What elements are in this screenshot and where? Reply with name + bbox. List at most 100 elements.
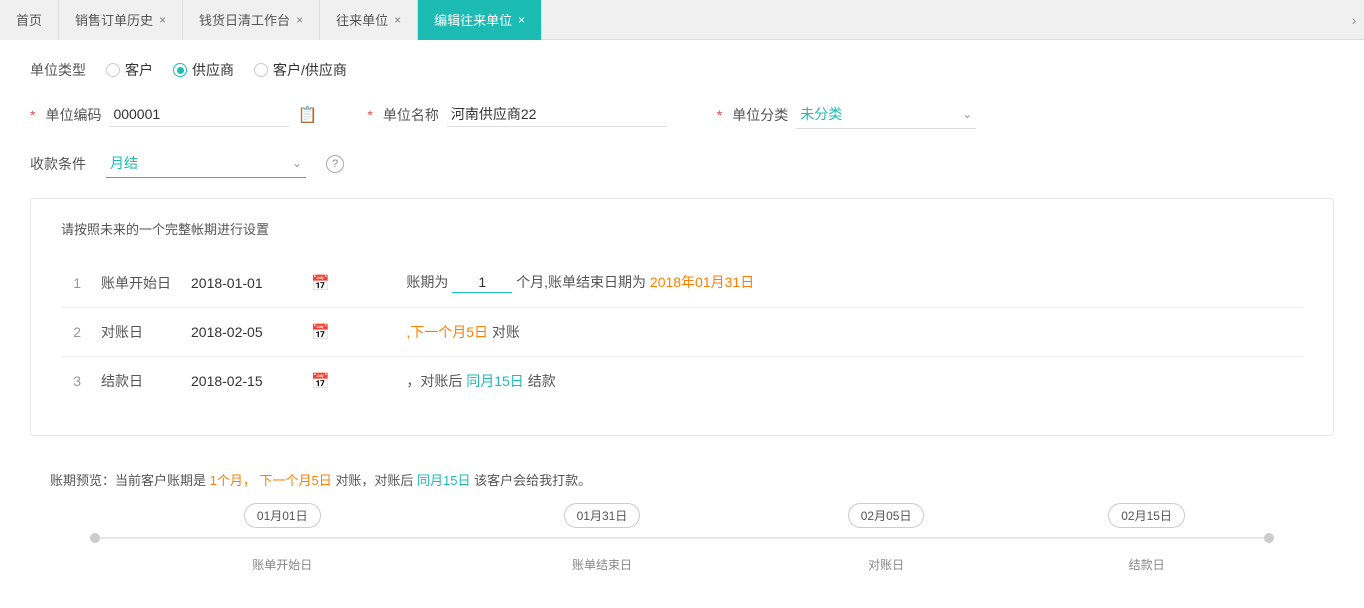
step-3-calendar-icon[interactable]: 📅	[311, 373, 330, 390]
step-1-label: 账单开始日	[91, 258, 181, 308]
step-3-label: 结款日	[91, 357, 181, 406]
radio-supplier[interactable]: 供应商	[173, 60, 234, 80]
tab-sales-history-close[interactable]: ×	[159, 13, 166, 27]
unit-details-row: * 单位编码 📋 * 单位名称 * 单位分类 未分类 ⌄	[30, 100, 1334, 129]
tab-sales-history[interactable]: 销售订单历史 ×	[59, 0, 183, 40]
step-3-desc: ，对账后 同月15日 结款	[396, 357, 1303, 406]
tab-cash-work[interactable]: 钱货日清工作台 ×	[183, 0, 320, 40]
timeline-node-4: 02月15日 结款日	[1108, 503, 1185, 573]
unit-category-label: 单位分类	[732, 105, 788, 125]
payment-condition-value: 月结	[110, 153, 288, 173]
tab-edit-partner-label: 编辑往来单位	[434, 10, 512, 29]
step-2-desc-after: 对账	[492, 324, 520, 340]
step-3-row: 3 结款日 2018-02-15 📅 ，对账后 同月15日 结款	[61, 357, 1303, 406]
step-3-num: 3	[61, 357, 91, 406]
step-2-desc: ,下一个月5日 对账	[396, 308, 1303, 357]
preview-suffix: 该客户会给我打款。	[474, 473, 591, 488]
step-1-desc: 账期为 个月,账单结束日期为 2018年01月31日	[396, 258, 1303, 308]
radio-customer-circle	[106, 63, 120, 77]
timeline-section: 01月01日 账单开始日 01月31日 账单结束日 02月05日 对账日 02月…	[30, 513, 1334, 583]
tab-partner-units-close[interactable]: ×	[394, 13, 401, 27]
unit-code-input[interactable]	[109, 102, 289, 127]
tab-home[interactable]: 首页	[0, 0, 59, 40]
timeline-node-3: 02月05日 对账日	[848, 503, 925, 573]
step-2-highlight: ,下一个月5日	[406, 324, 488, 340]
step-2-num: 2	[61, 308, 91, 357]
timeline-node-1: 01月01日 账单开始日	[244, 503, 321, 573]
step-3-highlight: 同月15日	[466, 373, 524, 389]
step-1-desc-after: 个月,账单结束日期为	[516, 274, 646, 290]
unit-code-label: 单位编码	[45, 105, 101, 125]
payment-condition-row: 收款条件 月结 ⌄ ?	[30, 149, 1334, 178]
tab-edit-partner-close[interactable]: ×	[518, 13, 525, 27]
timeline-node-2: 01月31日 账单结束日	[564, 503, 641, 573]
unit-name-required: *	[367, 107, 372, 123]
radio-both-label: 客户/供应商	[273, 60, 347, 80]
unit-category-group: * 单位分类 未分类 ⌄	[717, 100, 976, 129]
step-1-num: 1	[61, 258, 91, 308]
tab-cash-work-label: 钱货日清工作台	[199, 10, 290, 29]
step-1-row: 1 账单开始日 2018-01-01 📅 账期为 个月,账单结束日期为 2018…	[61, 258, 1303, 308]
timeline-node-1-label: 账单开始日	[252, 556, 312, 573]
tab-partner-units[interactable]: 往来单位 ×	[320, 0, 418, 40]
step-3-desc-after: 结款	[528, 373, 556, 389]
radio-group-unit-type: 客户 供应商 客户/供应商	[106, 60, 347, 80]
step-2-calendar-icon[interactable]: 📅	[311, 324, 330, 341]
tab-expand-button[interactable]: ›	[1344, 12, 1364, 28]
unit-category-dropdown[interactable]: 未分类 ⌄	[796, 100, 976, 129]
preview-middle: 下一个月5日	[260, 473, 332, 488]
unit-code-copy-icon[interactable]: 📋	[297, 105, 317, 125]
step-1-calendar-icon[interactable]: 📅	[311, 275, 330, 292]
step-3-desc-before: ，对账后	[406, 373, 462, 389]
timeline-node-2-label: 账单结束日	[572, 556, 632, 573]
step-2-row: 2 对账日 2018-02-05 📅 ,下一个月5日 对账	[61, 308, 1303, 357]
preview-highlight2: 同月15日	[417, 473, 470, 488]
timeline-node-4-label: 结款日	[1129, 556, 1165, 573]
steps-table: 1 账单开始日 2018-01-01 📅 账期为 个月,账单结束日期为 2018…	[61, 258, 1303, 405]
payment-condition-label: 收款条件	[30, 154, 86, 174]
radio-supplier-label: 供应商	[192, 60, 234, 80]
tab-sales-history-label: 销售订单历史	[75, 10, 153, 29]
payment-dropdown-arrow-icon: ⌄	[292, 156, 302, 170]
step-2-date: 2018-02-05	[181, 308, 301, 357]
step-2-label: 对账日	[91, 308, 181, 357]
tab-edit-partner[interactable]: 编辑往来单位 ×	[418, 0, 542, 40]
tab-home-label: 首页	[16, 10, 42, 29]
unit-type-row: 单位类型 客户 供应商 客户/供应商	[30, 60, 1334, 80]
panel-title: 请按照未来的一个完整帐期进行设置	[61, 219, 1303, 238]
payment-condition-dropdown[interactable]: 月结 ⌄	[106, 149, 306, 178]
radio-customer[interactable]: 客户	[106, 60, 153, 80]
timeline-node-3-label: 对账日	[868, 556, 904, 573]
unit-category-value: 未分类	[800, 104, 958, 124]
tab-bar: 首页 销售订单历史 × 钱货日清工作台 × 往来单位 × 编辑往来单位 × ›	[0, 0, 1364, 40]
radio-customer-label: 客户	[125, 60, 153, 80]
preview-highlight1: 1个月，	[210, 473, 256, 488]
timeline-line: 01月01日 账单开始日 01月31日 账单结束日 02月05日 对账日 02月…	[90, 523, 1274, 553]
timeline-node-2-bubble: 01月31日	[564, 503, 641, 528]
preview-prefix: 账期预览：当前客户账期是	[50, 473, 206, 488]
unit-name-input[interactable]	[447, 102, 667, 127]
radio-both[interactable]: 客户/供应商	[254, 60, 347, 80]
unit-name-group: * 单位名称	[367, 102, 666, 127]
radio-both-circle	[254, 63, 268, 77]
timeline-node-3-bubble: 02月05日	[848, 503, 925, 528]
timeline-left-dot	[90, 533, 100, 543]
tab-partner-units-label: 往来单位	[336, 10, 388, 29]
radio-supplier-circle	[173, 63, 187, 77]
tab-cash-work-close[interactable]: ×	[296, 13, 303, 27]
unit-type-label: 单位类型	[30, 60, 86, 80]
payment-help-icon[interactable]: ?	[326, 155, 344, 173]
step-1-date: 2018-01-01	[181, 258, 301, 308]
unit-code-required: *	[30, 107, 35, 123]
unit-category-required: *	[717, 107, 722, 123]
unit-code-group: * 单位编码 📋	[30, 102, 317, 127]
step-1-desc-before: 账期为	[406, 274, 448, 290]
unit-category-arrow-icon: ⌄	[962, 107, 972, 121]
settings-panel: 请按照未来的一个完整帐期进行设置 1 账单开始日 2018-01-01 📅 账期…	[30, 198, 1334, 436]
timeline-node-1-bubble: 01月01日	[244, 503, 321, 528]
step-1-month-input[interactable]	[452, 272, 512, 293]
timeline-node-4-bubble: 02月15日	[1108, 503, 1185, 528]
content-area: 单位类型 客户 供应商 客户/供应商 * 单位编码 📋 * 单位名称	[0, 40, 1364, 608]
unit-name-label: 单位名称	[383, 105, 439, 125]
step-3-date: 2018-02-15	[181, 357, 301, 406]
